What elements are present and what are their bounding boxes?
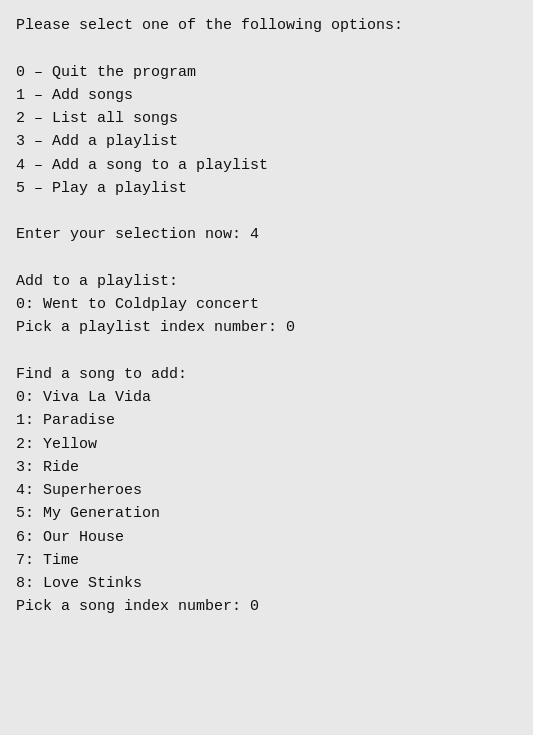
song-item-3: 3: Ride [16, 456, 517, 479]
terminal-output: Please select one of the following optio… [16, 14, 517, 619]
header-line: Please select one of the following optio… [16, 14, 517, 37]
song-item-0: 0: Viva La Vida [16, 386, 517, 409]
menu-item-3: 3 – Add a playlist [16, 130, 517, 153]
selection-prompt: Enter your selection now: 4 [16, 223, 517, 246]
menu-item-2: 2 – List all songs [16, 107, 517, 130]
menu-item-1: 1 – Add songs [16, 84, 517, 107]
menu-item-4: 4 – Add a song to a playlist [16, 154, 517, 177]
menu-item-0: 0 – Quit the program [16, 61, 517, 84]
song-header: Find a song to add: [16, 363, 517, 386]
song-item-6: 6: Our House [16, 526, 517, 549]
song-item-8: 8: Love Stinks [16, 572, 517, 595]
song-item-7: 7: Time [16, 549, 517, 572]
song-item-1: 1: Paradise [16, 409, 517, 432]
song-item-4: 4: Superheroes [16, 479, 517, 502]
song-index-prompt: Pick a song index number: 0 [16, 595, 517, 618]
menu-item-5: 5 – Play a playlist [16, 177, 517, 200]
playlist-index-prompt: Pick a playlist index number: 0 [16, 316, 517, 339]
song-item-2: 2: Yellow [16, 433, 517, 456]
song-item-5: 5: My Generation [16, 502, 517, 525]
playlist-header: Add to a playlist: [16, 270, 517, 293]
playlist-item-0: 0: Went to Coldplay concert [16, 293, 517, 316]
